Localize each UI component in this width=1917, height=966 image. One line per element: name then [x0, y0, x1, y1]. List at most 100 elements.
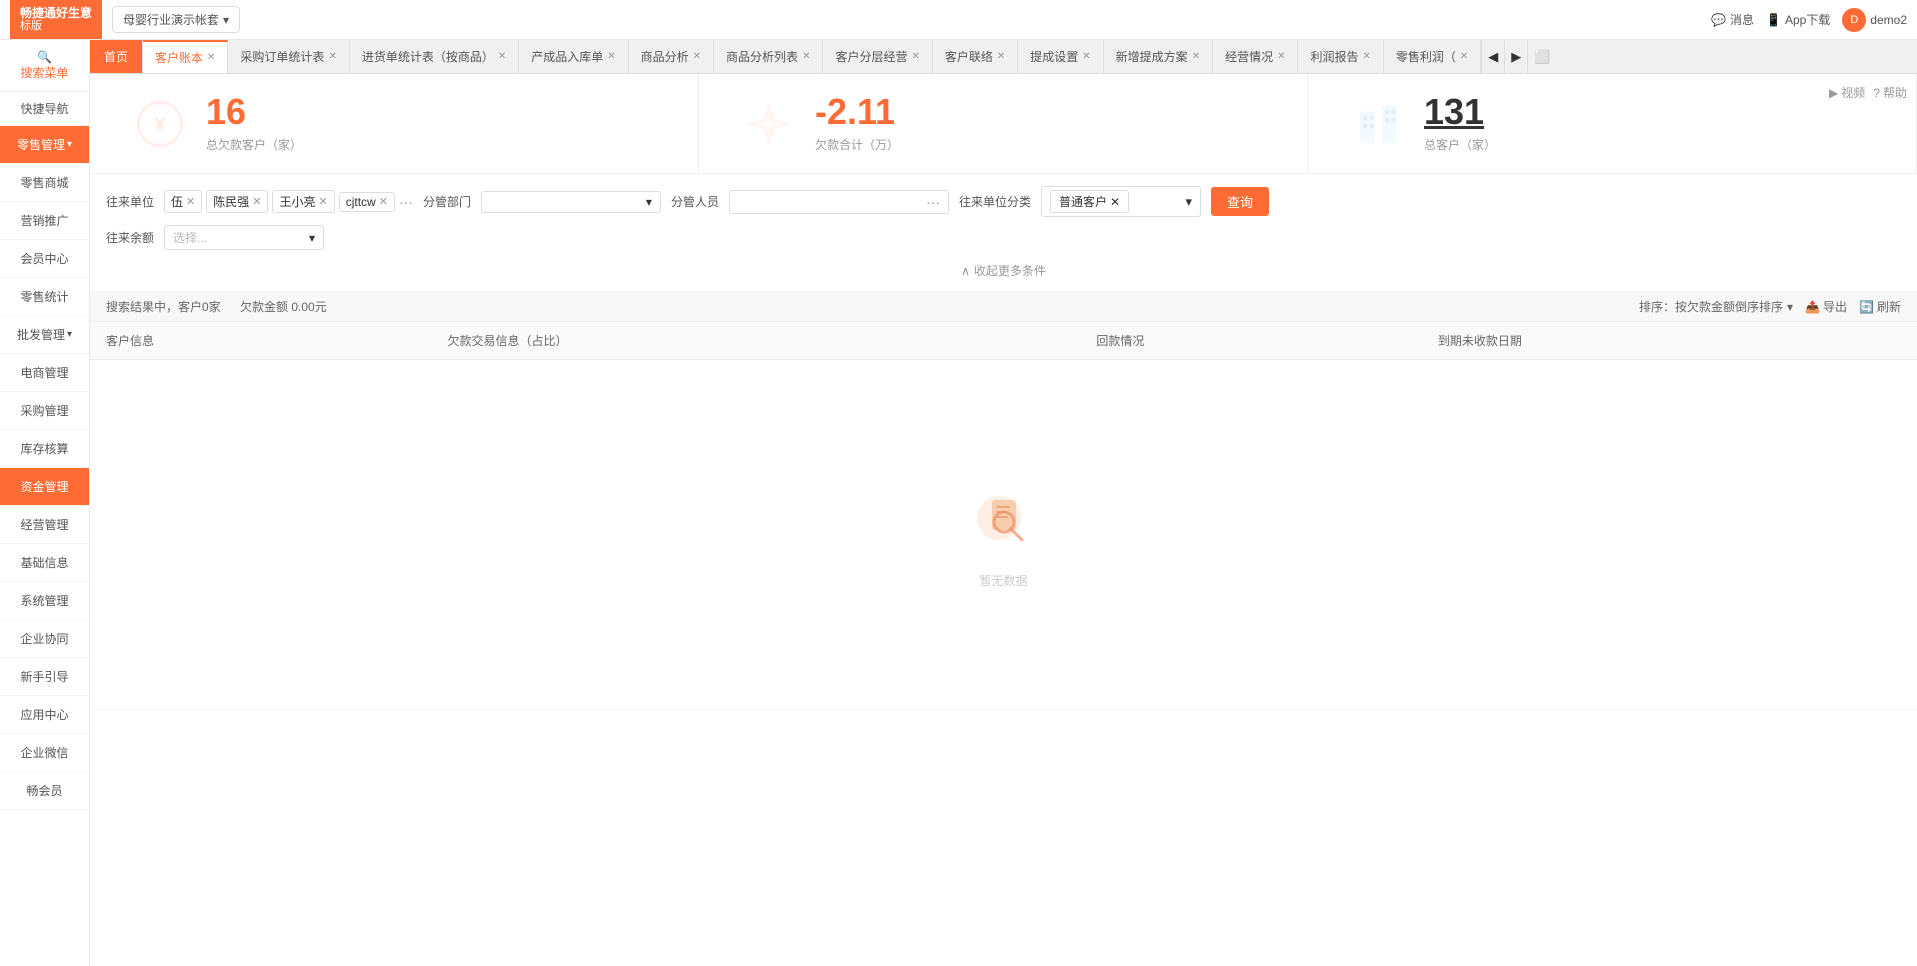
- result-sort[interactable]: 排序：按欠款金额倒序排序 ▾: [1639, 298, 1793, 315]
- app-download-button[interactable]: 📱 App下载: [1766, 11, 1830, 28]
- chevron-up-icon: ∧: [961, 264, 970, 278]
- tab-close-icon[interactable]: ✕: [207, 52, 215, 63]
- tab-close-icon4[interactable]: ✕: [607, 51, 615, 62]
- sidebar-item-basic-info[interactable]: 基础信息: [0, 544, 89, 582]
- export-button[interactable]: 📤 导出: [1805, 298, 1847, 315]
- result-bar: 搜索结果中，客户0家 欠款金额 0.00元 排序：按欠款金额倒序排序 ▾ 📤 导…: [90, 292, 1917, 322]
- sidebar-item-marketing[interactable]: 营销推广: [0, 202, 89, 240]
- filter-classify-select[interactable]: 普通客户 ✕ ▾: [1041, 186, 1201, 217]
- filter-area: 往来单位 伍 ✕ 陈民强 ✕ 王小亮: [90, 174, 1917, 292]
- sidebar-item-inventory[interactable]: 库存核算: [0, 430, 89, 468]
- tab-close-icon3[interactable]: ✕: [498, 51, 506, 62]
- stat-number-total: 131: [1424, 94, 1496, 130]
- sidebar-item-wholesale[interactable]: 批发管理 ▾: [0, 316, 89, 354]
- tab-close-icon12[interactable]: ✕: [1363, 51, 1371, 62]
- sidebar-item-finance[interactable]: 资金管理: [0, 468, 89, 506]
- account-selector[interactable]: 母婴行业演示帐套 ▾: [112, 6, 240, 33]
- right-content: 首页 客户账本 ✕ 采购订单统计表 ✕ 进货单统计表（按商品） ✕ 产成品入库单…: [90, 40, 1917, 966]
- chevron-down-icon: ▾: [646, 195, 652, 209]
- tab-home[interactable]: 首页: [90, 40, 143, 73]
- tab-close-icon11[interactable]: ✕: [1277, 51, 1285, 62]
- sidebar-item-retail-mgmt[interactable]: 零售管理 ▾: [0, 126, 89, 164]
- tab-close-icon8[interactable]: ✕: [997, 51, 1005, 62]
- building-icon: [1348, 94, 1408, 154]
- tag-close-cjttcw[interactable]: ✕: [379, 195, 388, 208]
- tag-close-wang[interactable]: ✕: [319, 195, 328, 208]
- sidebar-item-app-center[interactable]: 应用中心: [0, 696, 89, 734]
- tab-product-inbound-label: 产成品入库单: [531, 48, 603, 65]
- filter-tag-chen[interactable]: 陈民强 ✕: [206, 190, 268, 213]
- collapse-area: ∧ 收起更多条件: [106, 258, 1901, 279]
- tab-commission-settings[interactable]: 提成设置 ✕: [1018, 40, 1103, 73]
- sidebar-item-newbie[interactable]: 新手引导: [0, 658, 89, 696]
- tab-inbound-stats[interactable]: 进货单统计表（按商品） ✕: [350, 40, 519, 73]
- sidebar-item-member[interactable]: 畅会员: [0, 772, 89, 810]
- tab-customer-layer[interactable]: 客户分层经营 ✕: [823, 40, 932, 73]
- tab-product-analysis[interactable]: 商品分析 ✕: [629, 40, 714, 73]
- video-icon: ▶: [1829, 86, 1838, 100]
- sidebar-quick-label: 快捷导航: [0, 100, 89, 117]
- tab-bar: 首页 客户账本 ✕ 采购订单统计表 ✕ 进货单统计表（按商品） ✕ 产成品入库单…: [90, 40, 1917, 74]
- message-icon: 💬: [1711, 13, 1726, 27]
- app-download-label: App下载: [1785, 11, 1830, 28]
- sidebar-search[interactable]: 🔍 搜索菜单: [0, 40, 89, 92]
- top-bar-right: 💬 消息 📱 App下载 D demo2: [1711, 8, 1907, 32]
- filter-balance-select[interactable]: 选择... ▾: [164, 225, 324, 250]
- tab-close-icon6[interactable]: ✕: [802, 51, 810, 62]
- filter-dept-label: 分管部门: [423, 193, 471, 210]
- tab-close-icon7[interactable]: ✕: [911, 51, 919, 62]
- sidebar-item-system[interactable]: 系统管理: [0, 582, 89, 620]
- sidebar-item-wechat[interactable]: 企业微信: [0, 734, 89, 772]
- doc-help-btn[interactable]: ? 帮助: [1873, 84, 1907, 101]
- filter-tag-wang[interactable]: 王小亮 ✕: [272, 190, 334, 213]
- sidebar-item-operations[interactable]: 经营管理: [0, 506, 89, 544]
- tag-close-wu[interactable]: ✕: [186, 195, 195, 208]
- filter-tag-cjttcw[interactable]: cjttcw ✕: [339, 192, 395, 212]
- sidebar-quick-nav[interactable]: 快捷导航: [0, 92, 89, 126]
- video-help-btn[interactable]: ▶ 视频: [1829, 84, 1865, 101]
- tab-customer-contact[interactable]: 客户联络 ✕: [933, 40, 1018, 73]
- sidebar-item-enterprise[interactable]: 企业协同: [0, 620, 89, 658]
- filter-classify-tag-normal[interactable]: 普通客户 ✕: [1050, 190, 1129, 213]
- sidebar-item-ecommerce[interactable]: 电商管理: [0, 354, 89, 392]
- tag-close-chen[interactable]: ✕: [252, 195, 261, 208]
- tab-close-icon5[interactable]: ✕: [693, 51, 701, 62]
- tab-next-btn[interactable]: ▶: [1504, 40, 1527, 73]
- query-button[interactable]: 查询: [1211, 187, 1269, 216]
- tab-product-analysis-list[interactable]: 商品分析列表 ✕: [714, 40, 823, 73]
- tab-operations[interactable]: 经营情况 ✕: [1213, 40, 1298, 73]
- filter-more-btn[interactable]: ···: [399, 194, 413, 210]
- tab-customer-ledger[interactable]: 客户账本 ✕: [143, 40, 228, 73]
- sidebar-item-member-center[interactable]: 会员中心: [0, 240, 89, 278]
- sidebar-item-retail-stats[interactable]: 零售统计: [0, 278, 89, 316]
- user-profile[interactable]: D demo2: [1842, 8, 1907, 32]
- refresh-label: 刷新: [1877, 298, 1901, 315]
- tab-profit-report[interactable]: 利润报告 ✕: [1298, 40, 1383, 73]
- tab-close-icon2[interactable]: ✕: [328, 51, 336, 62]
- filter-person-select[interactable]: ···: [729, 190, 949, 214]
- tab-expand-btn[interactable]: ⬜: [1527, 40, 1556, 73]
- col-customer-info: 客户信息: [90, 322, 432, 360]
- sidebar-item-purchase[interactable]: 采购管理: [0, 392, 89, 430]
- tab-close-icon9[interactable]: ✕: [1082, 51, 1090, 62]
- tab-purchase-order[interactable]: 采购订单统计表 ✕: [228, 40, 349, 73]
- chevron-down-icon2: ▾: [67, 329, 72, 340]
- sidebar: 🔍 搜索菜单 快捷导航 零售管理 ▾ 零售商城 营销推广 会员中心: [0, 40, 90, 966]
- filter-tag-wu[interactable]: 伍 ✕: [164, 190, 202, 213]
- message-button[interactable]: 💬 消息: [1711, 11, 1754, 28]
- tab-close-icon13[interactable]: ✕: [1460, 51, 1468, 62]
- sidebar-item-newbie-label: 新手引导: [20, 670, 68, 684]
- filter-dept-select[interactable]: ▾: [481, 191, 661, 213]
- tab-product-inbound[interactable]: 产成品入库单 ✕: [519, 40, 628, 73]
- tab-close-icon10[interactable]: ✕: [1192, 51, 1200, 62]
- refresh-button[interactable]: 🔄 刷新: [1859, 298, 1901, 315]
- sidebar-item-retail-mall-label: 零售商城: [20, 176, 68, 190]
- stat-card-customers: ¥ 16 总欠款客户（家）: [90, 74, 699, 173]
- tab-prev-btn[interactable]: ◀: [1481, 40, 1504, 73]
- tab-new-commission[interactable]: 新增提成方案 ✕: [1104, 40, 1213, 73]
- tag-close-normal[interactable]: ✕: [1110, 195, 1120, 209]
- filter-row-2: 往来余额 选择... ▾: [106, 225, 1901, 250]
- tab-retail-profit[interactable]: 零售利润（ ✕: [1384, 40, 1481, 73]
- collapse-button[interactable]: ∧ 收起更多条件: [106, 262, 1901, 279]
- sidebar-item-retail-mall[interactable]: 零售商城: [0, 164, 89, 202]
